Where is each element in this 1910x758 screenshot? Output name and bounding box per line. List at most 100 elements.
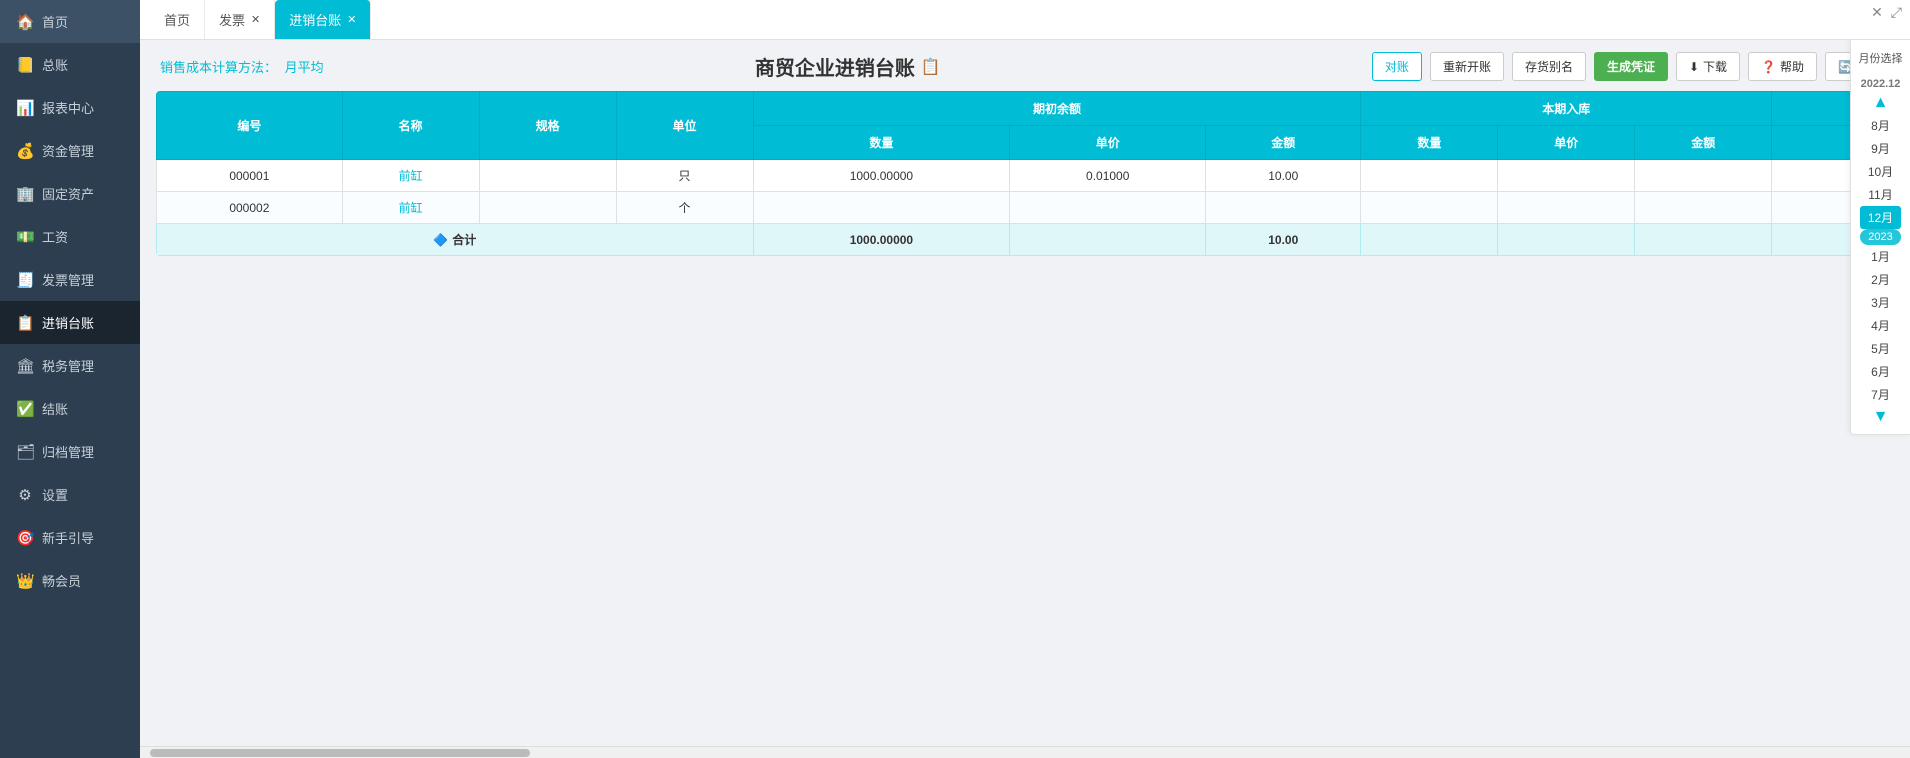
month-item-6月[interactable]: 6月: [1860, 360, 1901, 383]
cell-cp-price: [1498, 192, 1635, 224]
sidebar-item-reports[interactable]: 📊 报表中心: [0, 86, 140, 129]
month-item-11月[interactable]: 11月: [1860, 183, 1901, 206]
table-row: 000001 前缸 只 1000.00000 0.01000 10.00: [157, 160, 1894, 192]
sidebar-label-reports: 报表中心: [42, 98, 94, 117]
close-window-button[interactable]: ✕: [1871, 4, 1883, 21]
col-spec: 规格: [479, 92, 616, 160]
sidebar-label-settings: 设置: [42, 485, 68, 504]
match-button[interactable]: 对账: [1372, 52, 1422, 81]
month-scroll-up[interactable]: ▲: [1871, 92, 1891, 114]
month-item-10月[interactable]: 10月: [1860, 160, 1901, 183]
page-title-text: 商贸企业进销台账: [755, 52, 915, 81]
window-controls: ✕ ⤢: [1871, 4, 1902, 21]
sidebar-item-home[interactable]: 🏠 首页: [0, 0, 140, 43]
cell-ob-amount: [1206, 192, 1361, 224]
sidebar-label-home: 首页: [42, 12, 68, 31]
col-ob-qty: 数量: [753, 126, 1010, 160]
cost-method: 销售成本计算方法： 月平均: [156, 57, 324, 76]
download-button[interactable]: ⬇ 下载: [1676, 52, 1740, 81]
tab-发票[interactable]: 发票✕: [205, 0, 275, 39]
expand-window-button[interactable]: ⤢: [1891, 4, 1902, 21]
sidebar-icon-settings: ⚙: [16, 486, 34, 504]
sidebar-item-purchase-sales[interactable]: 📋 进销台账: [0, 301, 140, 344]
sidebar-item-archive[interactable]: 🗂 归档管理: [0, 430, 140, 473]
month-item-1月[interactable]: 1月: [1860, 245, 1901, 268]
reopen-button[interactable]: 重新开账: [1430, 52, 1504, 81]
sidebar-item-funds[interactable]: 💰 资金管理: [0, 129, 140, 172]
title-edit-icon[interactable]: 📋: [921, 57, 941, 77]
tab-close-icon[interactable]: ✕: [251, 13, 260, 26]
sidebar-label-salary: 工资: [42, 227, 68, 246]
sidebar-icon-membership: 👑: [16, 572, 34, 590]
cost-method-label: 销售成本计算方法：: [160, 60, 277, 75]
sidebar-icon-ledger: 📒: [16, 56, 34, 74]
tab-label: 进销台账: [289, 10, 341, 29]
cell-ob-price: 0.01000: [1010, 160, 1206, 192]
horizontal-scrollbar[interactable]: [140, 746, 1910, 758]
cell-name[interactable]: 前缸: [342, 192, 479, 224]
sidebar-label-archive: 归档管理: [42, 442, 94, 461]
cell-unit: 只: [616, 160, 753, 192]
sidebar-item-tax[interactable]: 🏛 税务管理: [0, 344, 140, 387]
month-item-8月[interactable]: 8月: [1860, 114, 1901, 137]
tab-首页[interactable]: 首页: [150, 0, 205, 39]
cell-cp-qty: [1361, 160, 1498, 192]
help-button[interactable]: ❓ 帮助: [1748, 52, 1817, 81]
col-opening-balance: 期初余额: [753, 92, 1361, 126]
sidebar-item-salary[interactable]: 💵 工资: [0, 215, 140, 258]
year-tag-2023: 2023: [1860, 229, 1901, 245]
total-ob-price: [1010, 224, 1206, 256]
col-ob-price: 单价: [1010, 126, 1206, 160]
ledger-table: 编号 名称 规格 单位 期初余额 本期入库 数量 单价 金额 数量 单价: [156, 91, 1894, 256]
toolbar-row: 销售成本计算方法： 月平均 商贸企业进销台账 📋 对账 重新开账 存货别名 生成…: [156, 52, 1894, 81]
col-cp-amount: 金额: [1635, 126, 1772, 160]
cell-name[interactable]: 前缸: [342, 160, 479, 192]
sidebar-icon-purchase-sales: 📋: [16, 314, 34, 332]
sidebar-item-invoice-mgmt[interactable]: 🧾 发票管理: [0, 258, 140, 301]
main-content: 首页发票✕ 进销台账 ✕ ✕ ⤢ 销售成本计算方法： 月平均 商贸企业进销台账 📋 …: [140, 0, 1910, 758]
month-item-2月[interactable]: 2月: [1860, 268, 1901, 291]
sidebar-icon-archive: 🗂: [16, 443, 34, 461]
tab-进销台账[interactable]: 进销台账 ✕: [275, 0, 371, 39]
month-item-9月[interactable]: 9月: [1860, 137, 1901, 160]
cost-method-value: 月平均: [285, 60, 324, 75]
sidebar-item-membership[interactable]: 👑 畅会员: [0, 559, 140, 602]
save-alias-button[interactable]: 存货别名: [1512, 52, 1586, 81]
total-cp-qty: [1361, 224, 1498, 256]
sidebar-item-guide[interactable]: 🎯 新手引导: [0, 516, 140, 559]
col-ob-amount: 金额: [1206, 126, 1361, 160]
total-cp-amount: [1635, 224, 1772, 256]
month-item-5月[interactable]: 5月: [1860, 337, 1901, 360]
cell-spec: [479, 160, 616, 192]
tab-close-icon[interactable]: ✕: [347, 13, 356, 26]
total-ob-amount: 10.00: [1206, 224, 1361, 256]
cell-ob-amount: 10.00: [1206, 160, 1361, 192]
sidebar-label-membership: 畅会员: [42, 571, 81, 590]
toolbar-actions: 对账 重新开账 存货别名 生成凭证 ⬇ 下载 ❓ 帮助 🔄 刷新: [1372, 52, 1894, 81]
cell-spec: [479, 192, 616, 224]
month-item-3月[interactable]: 3月: [1860, 291, 1901, 314]
cell-ob-qty: [753, 192, 1010, 224]
cell-code: 000002: [157, 192, 343, 224]
total-label: 🔷合计: [157, 224, 754, 256]
current-year-label: 2022.12: [1861, 78, 1901, 90]
month-item-12月[interactable]: 12月: [1860, 206, 1901, 229]
sidebar-label-assets: 固定资产: [42, 184, 94, 203]
cell-cp-amount: [1635, 160, 1772, 192]
sidebar-item-ledger[interactable]: 📒 总账: [0, 43, 140, 86]
sidebar-item-settings[interactable]: ⚙ 设置: [0, 473, 140, 516]
generate-voucher-button[interactable]: 生成凭证: [1594, 52, 1668, 81]
month-scroll-down[interactable]: ▼: [1871, 406, 1891, 428]
col-unit: 单位: [616, 92, 753, 160]
sidebar-label-ledger: 总账: [42, 55, 68, 74]
cell-cp-amount: [1635, 192, 1772, 224]
sidebar-icon-tax: 🏛: [16, 357, 34, 375]
scrollbar-thumb[interactable]: [150, 749, 530, 757]
month-item-7月[interactable]: 7月: [1860, 383, 1901, 406]
sidebar-icon-home: 🏠: [16, 13, 34, 31]
sidebar-item-close[interactable]: ✅ 结账: [0, 387, 140, 430]
tab-label: 首页: [164, 10, 190, 29]
col-name: 名称: [342, 92, 479, 160]
sidebar-item-assets[interactable]: 🏢 固定资产: [0, 172, 140, 215]
month-item-4月[interactable]: 4月: [1860, 314, 1901, 337]
